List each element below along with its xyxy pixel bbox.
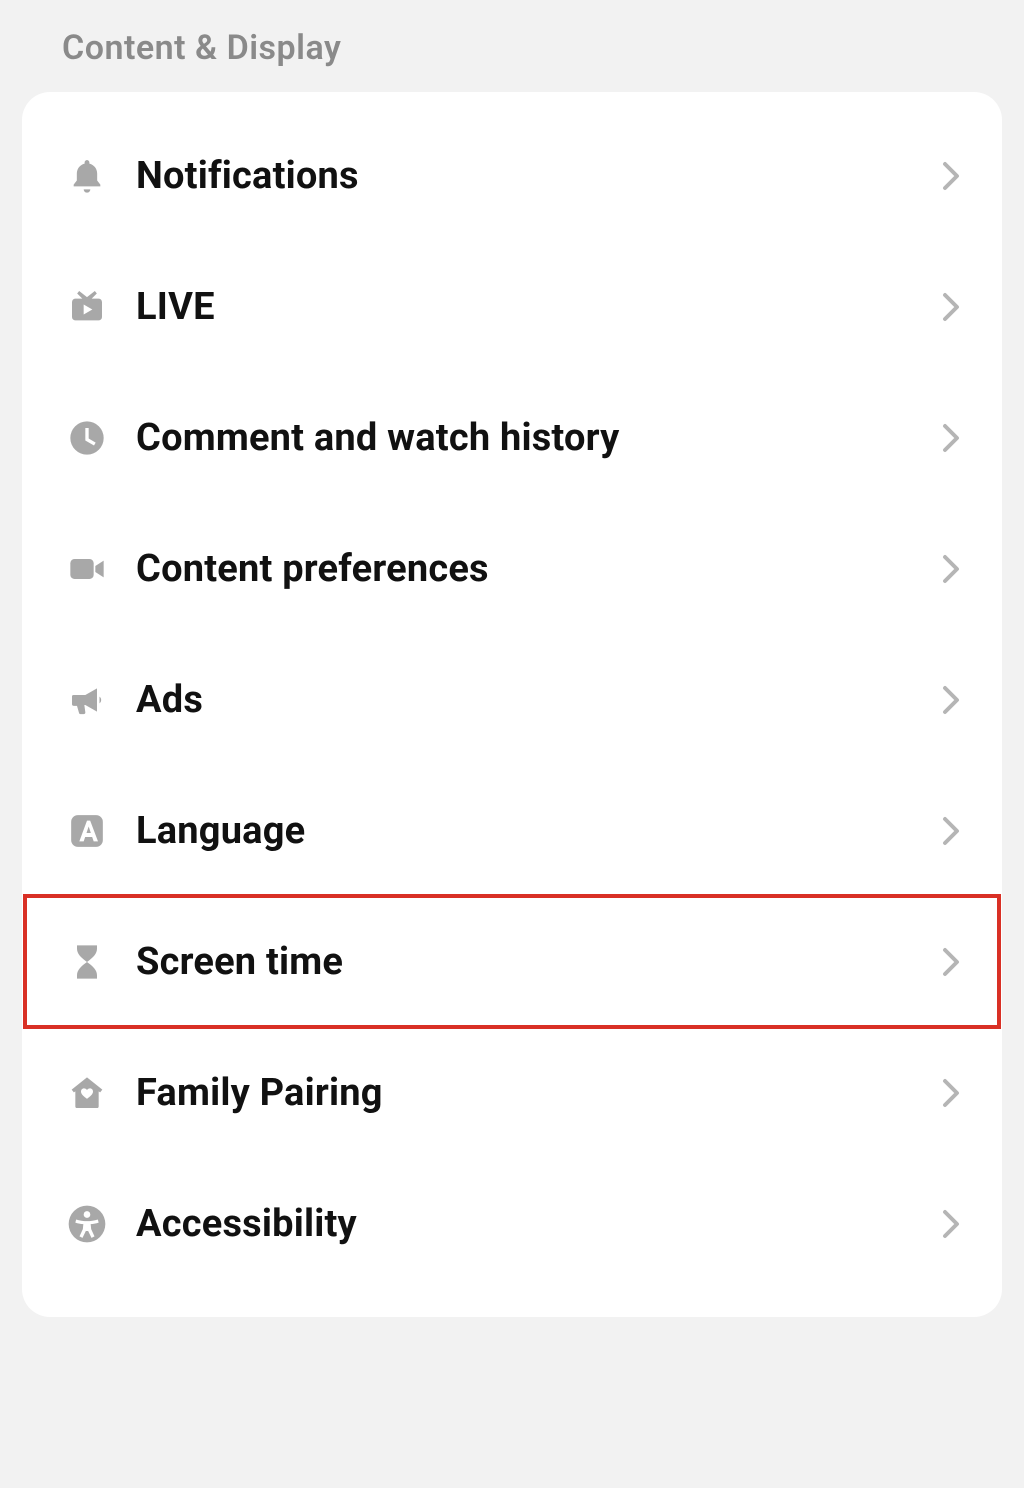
chevron-right-icon — [938, 942, 964, 982]
section-title: Content & Display — [22, 28, 1002, 92]
row-accessibility[interactable]: Accessibility — [22, 1158, 1002, 1289]
chevron-right-icon — [938, 680, 964, 720]
row-comment-watch-history[interactable]: Comment and watch history — [22, 372, 1002, 503]
tv-play-icon — [66, 286, 108, 328]
accessibility-icon — [66, 1203, 108, 1245]
chevron-right-icon — [938, 549, 964, 589]
chevron-right-icon — [938, 811, 964, 851]
chevron-right-icon — [938, 287, 964, 327]
row-content-preferences[interactable]: Content preferences — [22, 503, 1002, 634]
chevron-right-icon — [938, 156, 964, 196]
row-label: LIVE — [136, 285, 938, 329]
settings-card: Notifications LIVE Comment and watch his… — [22, 92, 1002, 1317]
row-label: Notifications — [136, 154, 938, 198]
row-label: Accessibility — [136, 1202, 938, 1246]
row-label: Content preferences — [136, 547, 938, 591]
row-label: Family Pairing — [136, 1071, 938, 1115]
row-family-pairing[interactable]: Family Pairing — [22, 1027, 1002, 1158]
row-live[interactable]: LIVE — [22, 241, 1002, 372]
row-label: Comment and watch history — [136, 416, 938, 460]
clock-icon — [66, 417, 108, 459]
letter-a-icon — [66, 810, 108, 852]
row-label: Ads — [136, 678, 938, 722]
chevron-right-icon — [938, 418, 964, 458]
row-label: Language — [136, 809, 938, 853]
row-label: Screen time — [136, 940, 938, 984]
row-notifications[interactable]: Notifications — [22, 110, 1002, 241]
chevron-right-icon — [938, 1204, 964, 1244]
megaphone-icon — [66, 679, 108, 721]
bell-icon — [66, 155, 108, 197]
chevron-right-icon — [938, 1073, 964, 1113]
row-ads[interactable]: Ads — [22, 634, 1002, 765]
row-language[interactable]: Language — [22, 765, 1002, 896]
row-screen-time[interactable]: Screen time — [25, 896, 999, 1027]
home-heart-icon — [66, 1072, 108, 1114]
hourglass-icon — [66, 941, 108, 983]
video-camera-icon — [66, 548, 108, 590]
